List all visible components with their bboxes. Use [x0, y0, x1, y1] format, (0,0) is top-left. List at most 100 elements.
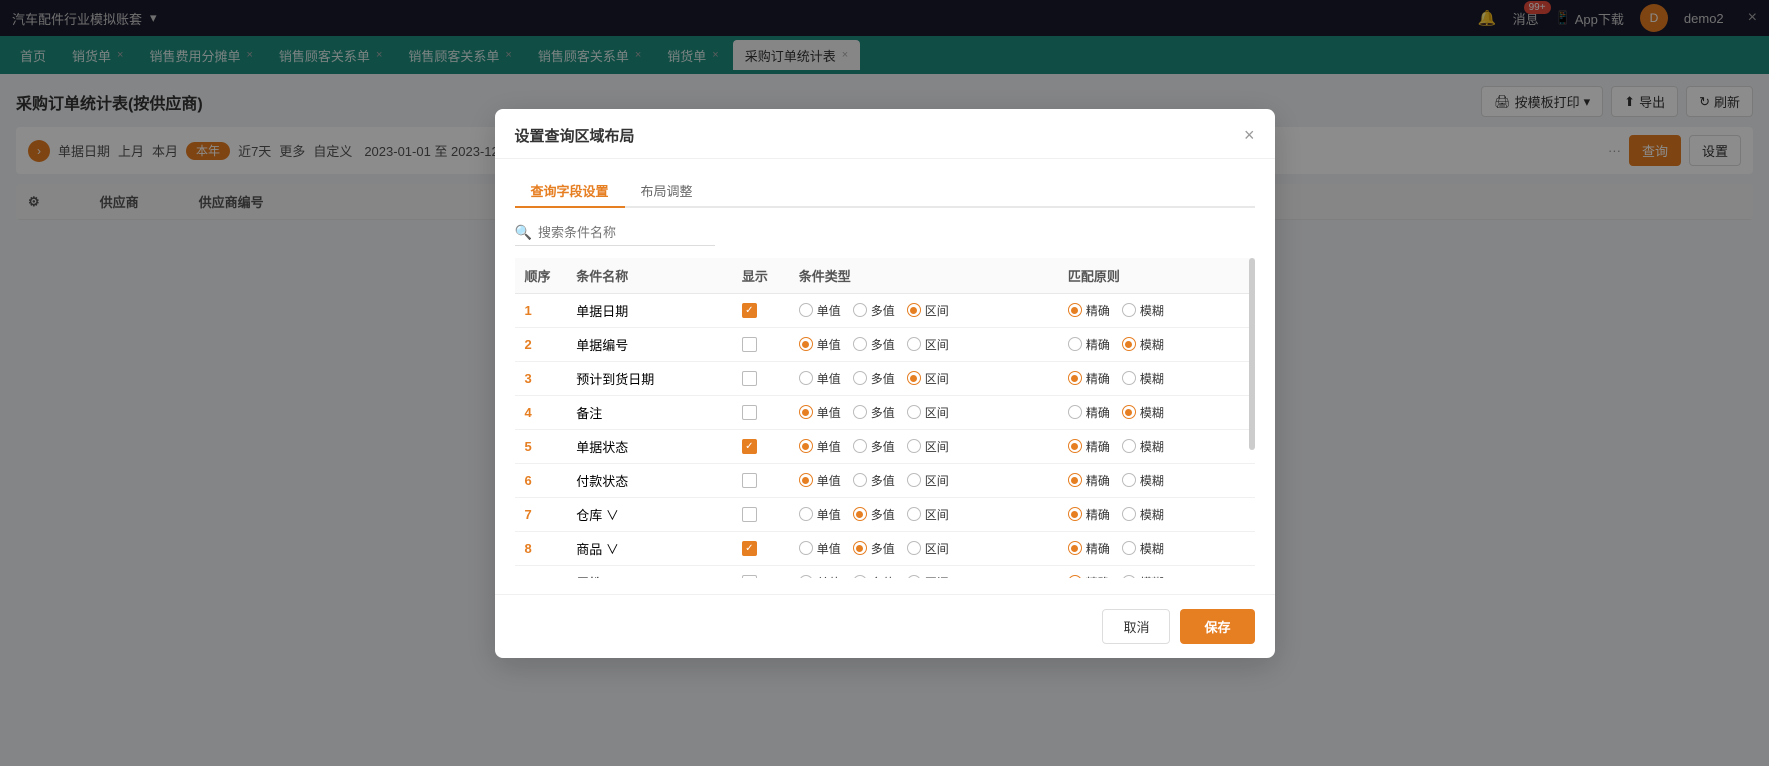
type-range-radio[interactable]: 区间	[907, 540, 949, 557]
type-single-radio-btn[interactable]	[799, 541, 813, 555]
type-multi-radio-btn[interactable]	[853, 337, 867, 351]
match-fuzzy-radio[interactable]: 模糊	[1122, 540, 1164, 557]
type-single-radio[interactable]: 单值	[799, 472, 841, 489]
match-fuzzy-radio[interactable]: 模糊	[1122, 574, 1164, 578]
type-single-radio-btn[interactable]	[799, 575, 813, 578]
type-multi-radio-btn[interactable]	[853, 507, 867, 521]
match-exact-radio-btn[interactable]	[1068, 371, 1082, 385]
cell-display-checkbox[interactable]	[732, 327, 789, 361]
cell-display-checkbox[interactable]	[732, 463, 789, 497]
match-fuzzy-radio-btn[interactable]	[1122, 371, 1136, 385]
type-range-radio-btn[interactable]	[907, 575, 921, 578]
cell-display-checkbox[interactable]	[732, 361, 789, 395]
type-multi-radio[interactable]: 多值	[853, 506, 895, 523]
type-multi-radio-btn[interactable]	[853, 575, 867, 578]
type-single-radio-btn[interactable]	[799, 473, 813, 487]
type-range-radio[interactable]: 区间	[907, 472, 949, 489]
type-multi-radio[interactable]: 多值	[853, 302, 895, 319]
type-single-radio[interactable]: 单值	[799, 506, 841, 523]
type-range-radio[interactable]: 区间	[907, 404, 949, 421]
type-single-radio-btn[interactable]	[799, 439, 813, 453]
type-range-radio-btn[interactable]	[907, 337, 921, 351]
modal-close-button[interactable]: ×	[1244, 126, 1255, 144]
display-checkbox[interactable]	[742, 473, 757, 488]
display-checkbox[interactable]	[742, 303, 757, 318]
type-range-radio-btn[interactable]	[907, 303, 921, 317]
match-exact-radio-btn[interactable]	[1068, 507, 1082, 521]
match-exact-radio[interactable]: 精确	[1068, 540, 1110, 557]
save-button[interactable]: 保存	[1180, 609, 1254, 644]
type-range-radio-btn[interactable]	[907, 405, 921, 419]
type-single-radio[interactable]: 单值	[799, 438, 841, 455]
type-single-radio[interactable]: 单值	[799, 336, 841, 353]
type-multi-radio[interactable]: 多值	[853, 540, 895, 557]
type-multi-radio-btn[interactable]	[853, 541, 867, 555]
display-checkbox[interactable]	[742, 575, 757, 577]
match-exact-radio-btn[interactable]	[1068, 337, 1082, 351]
match-fuzzy-radio[interactable]: 模糊	[1122, 370, 1164, 387]
conditions-table-scroll[interactable]: 顺序 条件名称 显示 条件类型 匹配原则 1单据日期 单值	[515, 258, 1255, 578]
type-multi-radio-btn[interactable]	[853, 473, 867, 487]
match-fuzzy-radio-btn[interactable]	[1122, 473, 1136, 487]
type-multi-radio[interactable]: 多值	[853, 438, 895, 455]
display-checkbox[interactable]	[742, 507, 757, 522]
type-range-radio-btn[interactable]	[907, 473, 921, 487]
type-single-radio-btn[interactable]	[799, 371, 813, 385]
type-multi-radio[interactable]: 多值	[853, 404, 895, 421]
type-range-radio[interactable]: 区间	[907, 302, 949, 319]
match-exact-radio-btn[interactable]	[1068, 405, 1082, 419]
match-fuzzy-radio[interactable]: 模糊	[1122, 404, 1164, 421]
cancel-button[interactable]: 取消	[1102, 609, 1170, 644]
display-checkbox[interactable]	[742, 541, 757, 556]
match-fuzzy-radio-btn[interactable]	[1122, 575, 1136, 578]
match-exact-radio[interactable]: 精确	[1068, 506, 1110, 523]
match-exact-radio-btn[interactable]	[1068, 439, 1082, 453]
match-exact-radio-btn[interactable]	[1068, 473, 1082, 487]
match-exact-radio[interactable]: 精确	[1068, 472, 1110, 489]
match-fuzzy-radio-btn[interactable]	[1122, 303, 1136, 317]
type-multi-radio-btn[interactable]	[853, 371, 867, 385]
match-fuzzy-radio-btn[interactable]	[1122, 337, 1136, 351]
cell-display-checkbox[interactable]	[732, 293, 789, 327]
match-exact-radio[interactable]: 精确	[1068, 336, 1110, 353]
type-single-radio-btn[interactable]	[799, 405, 813, 419]
type-range-radio[interactable]: 区间	[907, 438, 949, 455]
cell-display-checkbox[interactable]	[732, 497, 789, 531]
cell-display-checkbox[interactable]	[732, 429, 789, 463]
match-exact-radio[interactable]: 精确	[1068, 404, 1110, 421]
type-multi-radio[interactable]: 多值	[853, 574, 895, 578]
match-exact-radio[interactable]: 精确	[1068, 370, 1110, 387]
type-multi-radio[interactable]: 多值	[853, 336, 895, 353]
type-multi-radio[interactable]: 多值	[853, 472, 895, 489]
match-fuzzy-radio-btn[interactable]	[1122, 541, 1136, 555]
match-fuzzy-radio-btn[interactable]	[1122, 507, 1136, 521]
type-range-radio-btn[interactable]	[907, 439, 921, 453]
type-range-radio[interactable]: 区间	[907, 336, 949, 353]
cell-display-checkbox[interactable]	[732, 395, 789, 429]
match-exact-radio-btn[interactable]	[1068, 303, 1082, 317]
type-range-radio[interactable]: 区间	[907, 506, 949, 523]
type-range-radio[interactable]: 区间	[907, 574, 949, 578]
match-fuzzy-radio-btn[interactable]	[1122, 405, 1136, 419]
match-exact-radio-btn[interactable]	[1068, 541, 1082, 555]
type-multi-radio-btn[interactable]	[853, 303, 867, 317]
type-multi-radio[interactable]: 多值	[853, 370, 895, 387]
modal-tab-layout[interactable]: 布局调整	[625, 175, 709, 208]
scroll-indicator[interactable]	[1249, 258, 1255, 450]
match-fuzzy-radio[interactable]: 模糊	[1122, 336, 1164, 353]
display-checkbox[interactable]	[742, 405, 757, 420]
type-single-radio[interactable]: 单值	[799, 404, 841, 421]
match-exact-radio[interactable]: 精确	[1068, 438, 1110, 455]
type-single-radio[interactable]: 单值	[799, 302, 841, 319]
match-fuzzy-radio[interactable]: 模糊	[1122, 506, 1164, 523]
match-exact-radio-btn[interactable]	[1068, 575, 1082, 578]
type-single-radio[interactable]: 单值	[799, 540, 841, 557]
type-range-radio[interactable]: 区间	[907, 370, 949, 387]
modal-tab-fields[interactable]: 查询字段设置	[515, 175, 625, 208]
type-single-radio[interactable]: 单值	[799, 574, 841, 578]
type-single-radio[interactable]: 单值	[799, 370, 841, 387]
type-range-radio-btn[interactable]	[907, 541, 921, 555]
type-multi-radio-btn[interactable]	[853, 439, 867, 453]
type-single-radio-btn[interactable]	[799, 303, 813, 317]
match-fuzzy-radio[interactable]: 模糊	[1122, 472, 1164, 489]
